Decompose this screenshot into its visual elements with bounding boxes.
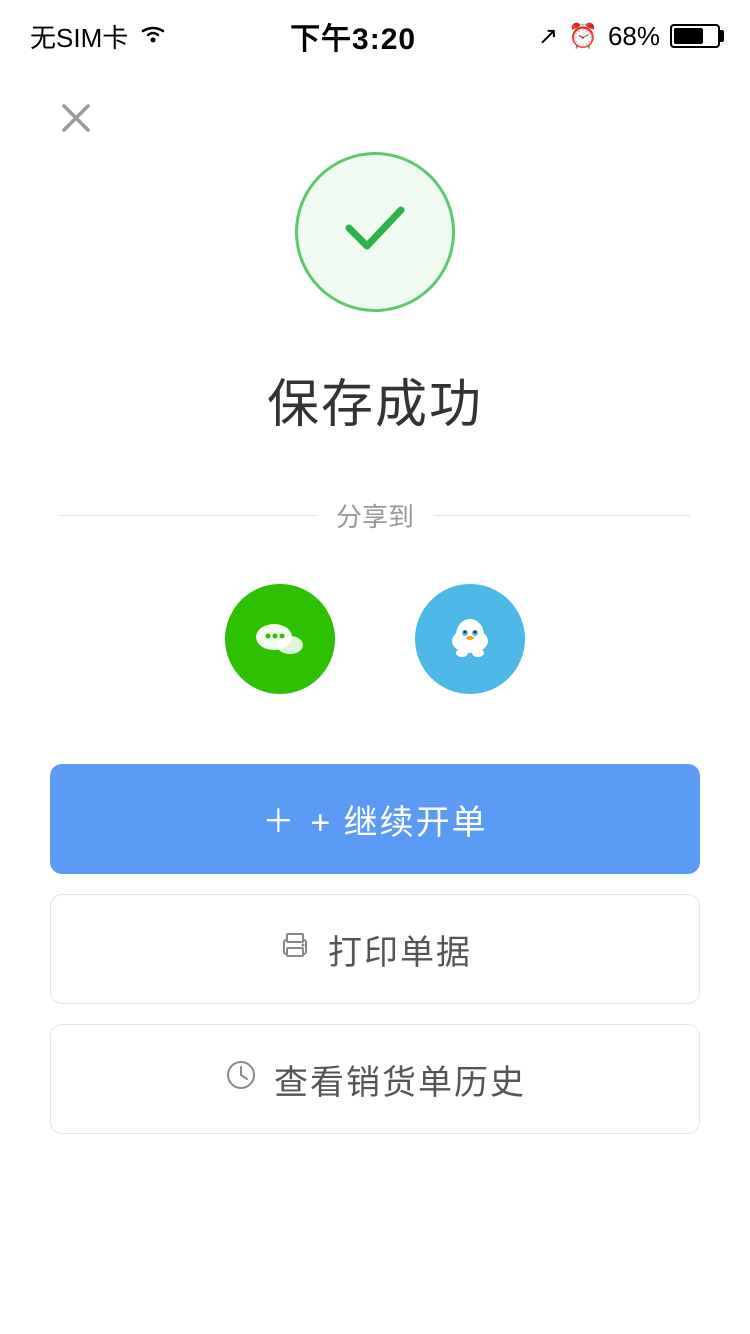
alarm-icon: ⏰ bbox=[568, 22, 598, 51]
checkmark-icon bbox=[335, 186, 415, 279]
qq-share-button[interactable] bbox=[415, 584, 525, 694]
divider-right bbox=[434, 515, 690, 516]
clock-icon bbox=[224, 1058, 258, 1100]
print-icon bbox=[278, 928, 312, 970]
success-title: 保存成功 bbox=[267, 362, 483, 437]
carrier-label: 无SIM卡 bbox=[30, 18, 128, 55]
battery-icon bbox=[670, 24, 720, 48]
close-button[interactable] bbox=[46, 88, 106, 148]
main-content: 保存成功 分享到 bbox=[0, 72, 750, 1134]
action-buttons: ＋ + 继续开单 打印单据 bbox=[0, 764, 750, 1134]
status-right: ↗ ⏰ 68% bbox=[538, 21, 720, 52]
print-label: 打印单据 bbox=[328, 925, 472, 974]
share-section: 分享到 bbox=[0, 497, 750, 694]
plus-icon: ＋ bbox=[262, 796, 294, 842]
history-label: 查看销货单历史 bbox=[274, 1055, 526, 1104]
status-left: 无SIM卡 bbox=[30, 18, 168, 55]
print-button[interactable]: 打印单据 bbox=[50, 894, 700, 1004]
battery-percent: 68% bbox=[608, 21, 660, 52]
status-bar: 无SIM卡 下午3:20 ↗ ⏰ 68% bbox=[0, 0, 750, 72]
divider-left bbox=[60, 515, 316, 516]
share-divider: 分享到 bbox=[60, 497, 690, 534]
wifi-icon bbox=[138, 21, 168, 52]
continue-label: + 继续开单 bbox=[310, 795, 487, 844]
success-icon-circle bbox=[295, 152, 455, 312]
history-button[interactable]: 查看销货单历史 bbox=[50, 1024, 700, 1134]
wechat-share-button[interactable] bbox=[225, 584, 335, 694]
continue-button[interactable]: ＋ + 继续开单 bbox=[50, 764, 700, 874]
location-icon: ↗ bbox=[538, 22, 558, 51]
share-icons-row bbox=[60, 584, 690, 694]
share-label: 分享到 bbox=[336, 497, 414, 534]
status-time: 下午3:20 bbox=[290, 14, 416, 58]
